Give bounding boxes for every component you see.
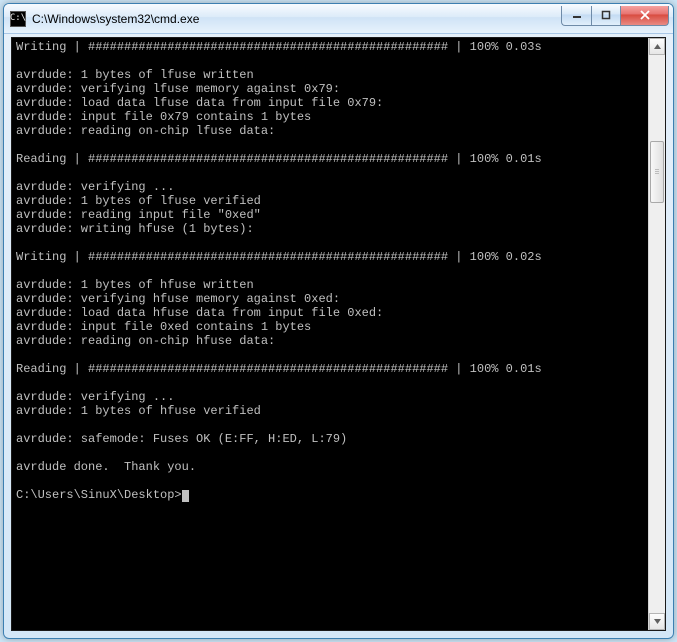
close-button[interactable] — [621, 6, 669, 26]
window-controls — [561, 6, 669, 26]
titlebar[interactable]: C:\ C:\Windows\system32\cmd.exe — [4, 4, 673, 34]
scrollbar-thumb[interactable] — [650, 141, 664, 203]
cmd-window: C:\ C:\Windows\system32\cmd.exe Writing … — [3, 3, 674, 639]
window-title: C:\Windows\system32\cmd.exe — [32, 12, 561, 26]
text-cursor — [182, 490, 189, 502]
client-area: Writing | ##############################… — [11, 37, 666, 631]
terminal-output[interactable]: Writing | ##############################… — [12, 38, 648, 630]
minimize-button[interactable] — [561, 6, 591, 26]
scroll-up-button[interactable] — [649, 38, 665, 55]
vertical-scrollbar[interactable] — [648, 38, 665, 630]
scroll-down-button[interactable] — [649, 613, 665, 630]
scrollbar-track[interactable] — [649, 55, 665, 613]
maximize-button[interactable] — [591, 6, 621, 26]
app-icon: C:\ — [10, 11, 26, 27]
